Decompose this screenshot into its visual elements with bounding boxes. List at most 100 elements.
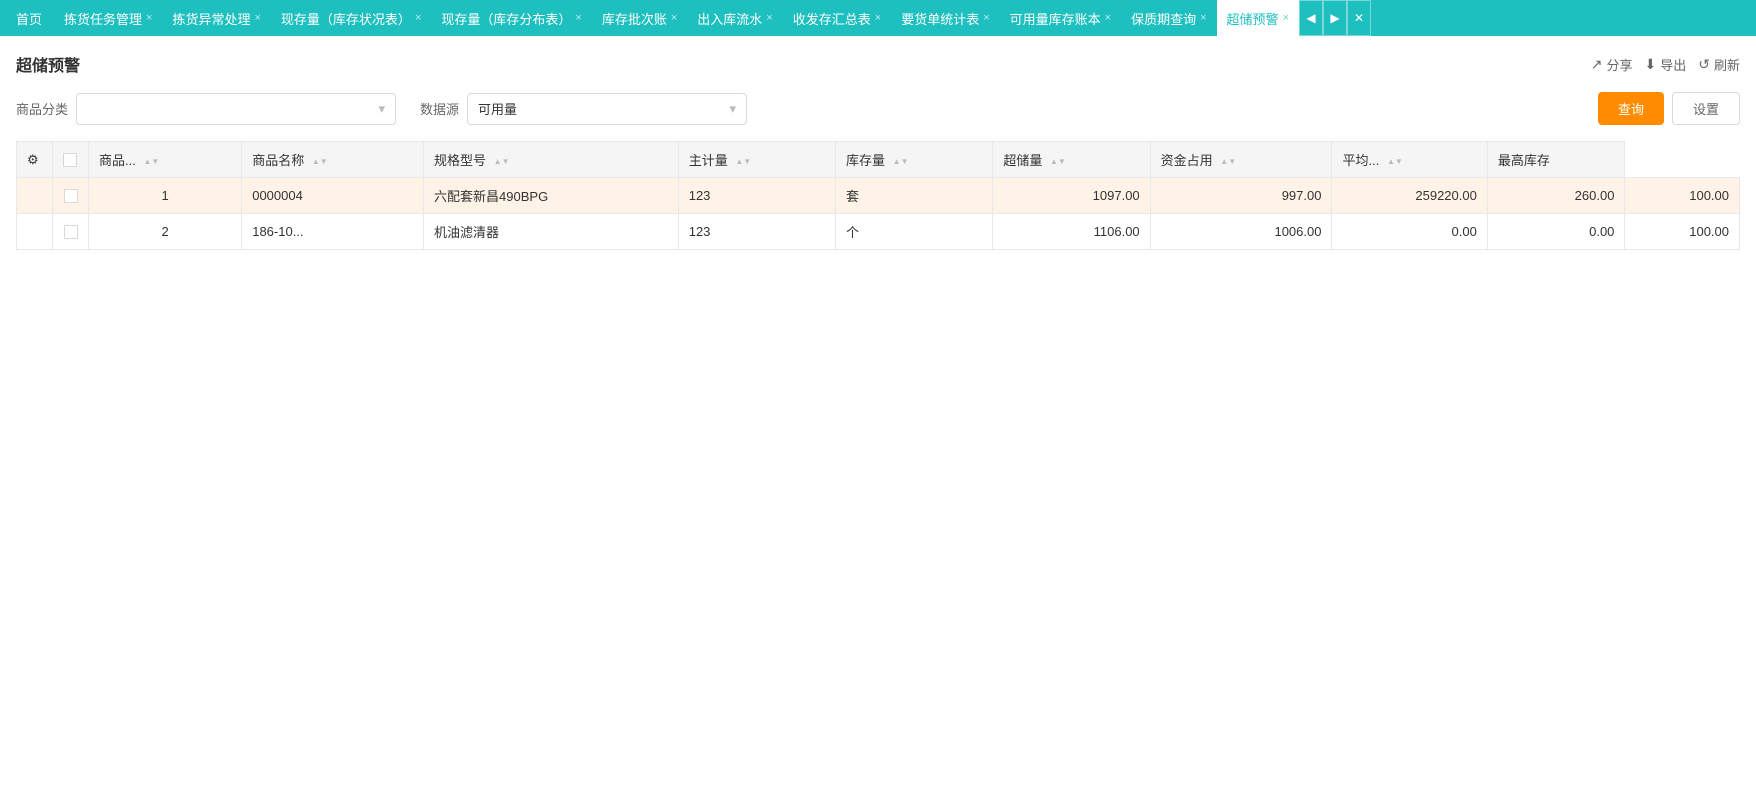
sort-overstock-icon: ▲▼: [1050, 158, 1066, 166]
sort-avg-icon: ▲▼: [1387, 158, 1403, 166]
datasource-filter: 数据源 可用量 ▾: [420, 93, 747, 125]
row-max-stock: 100.00: [1625, 178, 1740, 214]
row-capital: 0.00: [1332, 214, 1487, 250]
nav-close-arrow[interactable]: ✕: [1347, 0, 1371, 36]
share-icon: ↗: [1591, 56, 1603, 73]
nav-tab-1-close[interactable]: ×: [254, 12, 260, 24]
category-select[interactable]: ▾: [76, 93, 396, 125]
nav-tab-8-close[interactable]: ×: [1105, 12, 1111, 24]
row-number: 1: [89, 178, 242, 214]
row-settings-cell: [17, 214, 53, 250]
category-filter: 商品分类 ▾: [16, 93, 396, 125]
refresh-icon: ↺: [1698, 56, 1710, 73]
nav-tab-9-close[interactable]: ×: [1200, 12, 1206, 24]
row-unit: 个: [836, 214, 993, 250]
nav-tab-10[interactable]: 超储预警 ×: [1217, 0, 1299, 36]
nav-tab-0-close[interactable]: ×: [146, 12, 152, 24]
nav-tab-4-close[interactable]: ×: [671, 12, 677, 24]
refresh-button[interactable]: ↺ 刷新: [1698, 55, 1740, 74]
row-spec: 123: [678, 178, 835, 214]
nav-tab-2[interactable]: 现存量（库存状况表） ×: [271, 0, 431, 36]
col-product-name[interactable]: 商品名称 ▲▼: [242, 142, 424, 178]
table-header-row: ⚙ 商品... ▲▼ 商品名称 ▲▼ 规格型号 ▲▼ 主计: [17, 142, 1740, 178]
col-spec[interactable]: 规格型号 ▲▼: [424, 142, 679, 178]
nav-home[interactable]: 首页: [4, 0, 54, 36]
select-all-checkbox[interactable]: [63, 153, 77, 167]
row-product-code: 186-10...: [242, 214, 424, 250]
datasource-select-value: 可用量: [478, 99, 517, 118]
nav-tab-5[interactable]: 出入库流水 ×: [687, 0, 782, 36]
datasource-select[interactable]: 可用量 ▾: [467, 93, 747, 125]
table-row: 10000004六配套新昌490BPG123套1097.00997.002592…: [17, 178, 1740, 214]
gear-icon: ⚙: [27, 152, 39, 167]
nav-tab-8[interactable]: 可用量库存账本 ×: [1000, 0, 1121, 36]
col-overstock[interactable]: 超储量 ▲▼: [993, 142, 1150, 178]
nav-bar: 首页 拣货任务管理 × 拣货异常处理 × 现存量（库存状况表） × 现存量（库存…: [0, 0, 1756, 36]
row-overstock: 997.00: [1150, 178, 1332, 214]
nav-tab-10-close[interactable]: ×: [1283, 12, 1289, 24]
col-unit[interactable]: 主计量 ▲▼: [678, 142, 835, 178]
header-actions: ↗ 分享 ⬇ 导出 ↺ 刷新: [1591, 55, 1740, 74]
nav-tab-2-close[interactable]: ×: [415, 12, 421, 24]
sort-spec-icon: ▲▼: [494, 158, 510, 166]
row-checkbox[interactable]: [64, 225, 78, 239]
category-label: 商品分类: [16, 99, 68, 118]
row-product-name: 六配套新昌490BPG: [424, 178, 679, 214]
sort-capital-icon: ▲▼: [1220, 158, 1236, 166]
page-title: 超储预警: [16, 52, 80, 76]
row-capital: 259220.00: [1332, 178, 1487, 214]
export-icon: ⬇: [1645, 56, 1657, 73]
row-stock: 1106.00: [993, 214, 1150, 250]
col-avg[interactable]: 平均... ▲▼: [1332, 142, 1487, 178]
col-capital[interactable]: 资金占用 ▲▼: [1150, 142, 1332, 178]
sort-product-name-icon: ▲▼: [312, 158, 328, 166]
row-spec: 123: [678, 214, 835, 250]
row-overstock: 1006.00: [1150, 214, 1332, 250]
nav-tab-5-close[interactable]: ×: [766, 12, 772, 24]
row-checkbox-cell[interactable]: [53, 178, 89, 214]
row-checkbox-cell[interactable]: [53, 214, 89, 250]
row-max-stock: 100.00: [1625, 214, 1740, 250]
datasource-select-arrow: ▾: [730, 101, 737, 117]
sort-stock-icon: ▲▼: [893, 158, 909, 166]
nav-tab-7-close[interactable]: ×: [983, 12, 989, 24]
nav-tab-7[interactable]: 要货单统计表 ×: [891, 0, 999, 36]
row-stock: 1097.00: [993, 178, 1150, 214]
table-row: 2186-10...机油滤清器123个1106.001006.000.000.0…: [17, 214, 1740, 250]
export-button[interactable]: ⬇ 导出: [1645, 55, 1687, 74]
page-content: 超储预警 ↗ 分享 ⬇ 导出 ↺ 刷新 商品分类 ▾ 数据源: [0, 36, 1756, 800]
nav-tab-3[interactable]: 现存量（库存分布表） ×: [431, 0, 591, 36]
nav-tab-0[interactable]: 拣货任务管理 ×: [54, 0, 162, 36]
col-product-code[interactable]: 商品... ▲▼: [89, 142, 242, 178]
nav-tab-3-close[interactable]: ×: [575, 12, 581, 24]
row-product-code: 0000004: [242, 178, 424, 214]
nav-tab-6[interactable]: 收发存汇总表 ×: [783, 0, 891, 36]
datasource-label: 数据源: [420, 99, 459, 118]
row-settings-cell: [17, 178, 53, 214]
filter-buttons: 查询 设置: [1598, 92, 1740, 125]
col-stock[interactable]: 库存量 ▲▼: [836, 142, 993, 178]
settings-button[interactable]: 设置: [1672, 92, 1740, 125]
row-avg: 0.00: [1487, 214, 1625, 250]
share-button[interactable]: ↗ 分享: [1591, 55, 1633, 74]
col-checkbox[interactable]: [53, 142, 89, 178]
nav-tab-9[interactable]: 保质期查询 ×: [1121, 0, 1216, 36]
page-header: 超储预警 ↗ 分享 ⬇ 导出 ↺ 刷新: [16, 52, 1740, 76]
sort-product-code-icon: ▲▼: [143, 158, 159, 166]
nav-tab-1[interactable]: 拣货异常处理 ×: [162, 0, 270, 36]
filter-row: 商品分类 ▾ 数据源 可用量 ▾ 查询 设置: [16, 92, 1740, 125]
row-checkbox[interactable]: [64, 189, 78, 203]
row-unit: 套: [836, 178, 993, 214]
row-avg: 260.00: [1487, 178, 1625, 214]
query-button[interactable]: 查询: [1598, 92, 1664, 125]
col-max-stock[interactable]: 最高库存: [1487, 142, 1625, 178]
sort-unit-icon: ▲▼: [735, 158, 751, 166]
nav-next-arrow[interactable]: ▶: [1323, 0, 1347, 36]
col-settings[interactable]: ⚙: [17, 142, 53, 178]
nav-tab-6-close[interactable]: ×: [875, 12, 881, 24]
nav-tab-4[interactable]: 库存批次账 ×: [592, 0, 687, 36]
row-number: 2: [89, 214, 242, 250]
row-product-name: 机油滤清器: [424, 214, 679, 250]
category-select-arrow: ▾: [378, 101, 385, 117]
nav-prev-arrow[interactable]: ◀: [1299, 0, 1323, 36]
